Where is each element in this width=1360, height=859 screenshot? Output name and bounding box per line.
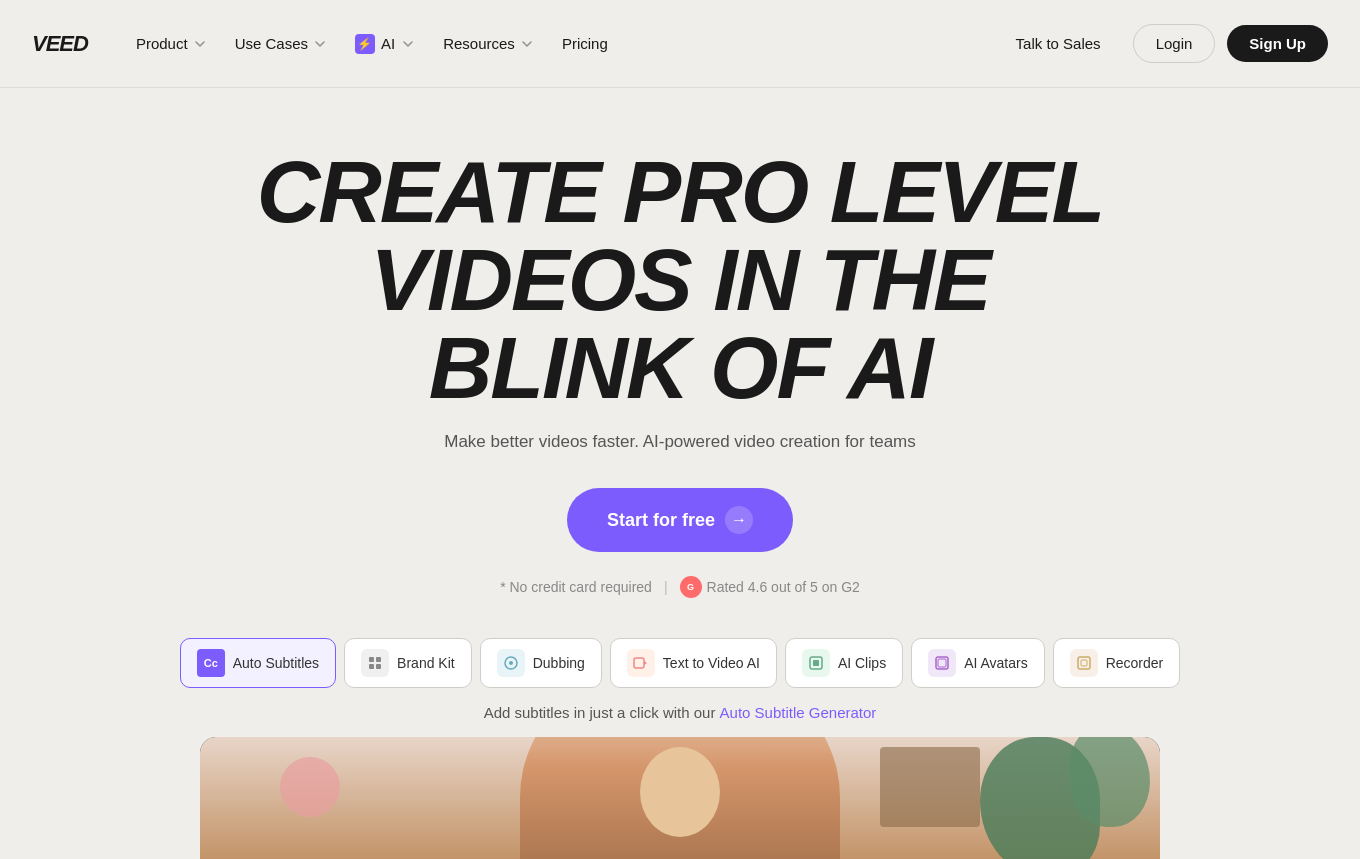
nav-links: Product Use Cases ⚡ AI Resources P (124, 26, 996, 62)
login-button[interactable]: Login (1133, 24, 1216, 63)
auto-subtitle-link[interactable]: Auto Subtitle Generator (720, 704, 877, 721)
g2-rating: G Rated 4.6 out of 5 on G2 (680, 576, 860, 598)
chevron-down-icon (520, 37, 534, 51)
chevron-down-icon (193, 37, 207, 51)
hero-meta: * No credit card required | G Rated 4.6 … (20, 576, 1340, 598)
hero-title: CREATE PRO LEVEL VIDEOS IN THE BLINK OF … (230, 148, 1130, 412)
hero-section: CREATE PRO LEVEL VIDEOS IN THE BLINK OF … (0, 88, 1360, 859)
svg-rect-11 (938, 659, 946, 667)
svg-rect-0 (369, 657, 374, 662)
dub-icon (497, 649, 525, 677)
svg-rect-9 (813, 660, 819, 666)
feature-tab-text-to-video[interactable]: Text to Video AI (610, 638, 777, 688)
brand-icon (361, 649, 389, 677)
plant-decor-2 (1070, 737, 1150, 827)
talk-to-sales-button[interactable]: Talk to Sales (996, 25, 1121, 62)
feature-tabs: Cc Auto Subtitles Brand Kit Dubbing Text… (20, 638, 1340, 688)
chevron-down-icon (401, 37, 415, 51)
avatars-icon (928, 649, 956, 677)
bolt-icon: ⚡ (355, 34, 375, 54)
svg-rect-2 (369, 664, 374, 669)
svg-point-5 (509, 661, 513, 665)
signup-button[interactable]: Sign Up (1227, 25, 1328, 62)
svg-rect-1 (376, 657, 381, 662)
video-thumbnail (200, 737, 1160, 859)
separator: | (664, 579, 668, 595)
start-for-free-button[interactable]: Start for free → (567, 488, 793, 552)
nav-item-resources[interactable]: Resources (431, 27, 546, 60)
feature-tab-recorder[interactable]: Recorder (1053, 638, 1181, 688)
feature-tab-auto-subtitles[interactable]: Cc Auto Subtitles (180, 638, 336, 688)
g2-logo-icon: G (680, 576, 702, 598)
cc-icon: Cc (197, 649, 225, 677)
navbar: VEED Product Use Cases ⚡ AI Resources (0, 0, 1360, 88)
feature-description: Add subtitles in just a click with our A… (20, 704, 1340, 721)
recorder-icon (1070, 649, 1098, 677)
decor-circle (280, 757, 340, 817)
nav-item-product[interactable]: Product (124, 27, 219, 60)
nav-right: Talk to Sales Login Sign Up (996, 24, 1328, 63)
feature-tab-dubbing[interactable]: Dubbing (480, 638, 602, 688)
chevron-down-icon (313, 37, 327, 51)
clips-icon (802, 649, 830, 677)
logo[interactable]: VEED (32, 31, 88, 57)
nav-item-use-cases[interactable]: Use Cases (223, 27, 339, 60)
nav-item-pricing[interactable]: Pricing (550, 27, 620, 60)
shelf-decor (880, 747, 980, 827)
feature-tab-brand-kit[interactable]: Brand Kit (344, 638, 472, 688)
svg-rect-6 (634, 658, 644, 668)
video-preview (200, 737, 1160, 859)
feature-tab-ai-avatars[interactable]: AI Avatars (911, 638, 1045, 688)
no-credit-card-text: * No credit card required (500, 579, 652, 595)
nav-item-ai[interactable]: ⚡ AI (343, 26, 427, 62)
hero-subtitle: Make better videos faster. AI-powered vi… (20, 432, 1340, 452)
t2v-icon (627, 649, 655, 677)
svg-rect-13 (1081, 660, 1087, 666)
feature-tab-ai-clips[interactable]: AI Clips (785, 638, 903, 688)
svg-rect-12 (1078, 657, 1090, 669)
svg-rect-3 (376, 664, 381, 669)
svg-marker-7 (644, 661, 647, 665)
arrow-icon: → (725, 506, 753, 534)
